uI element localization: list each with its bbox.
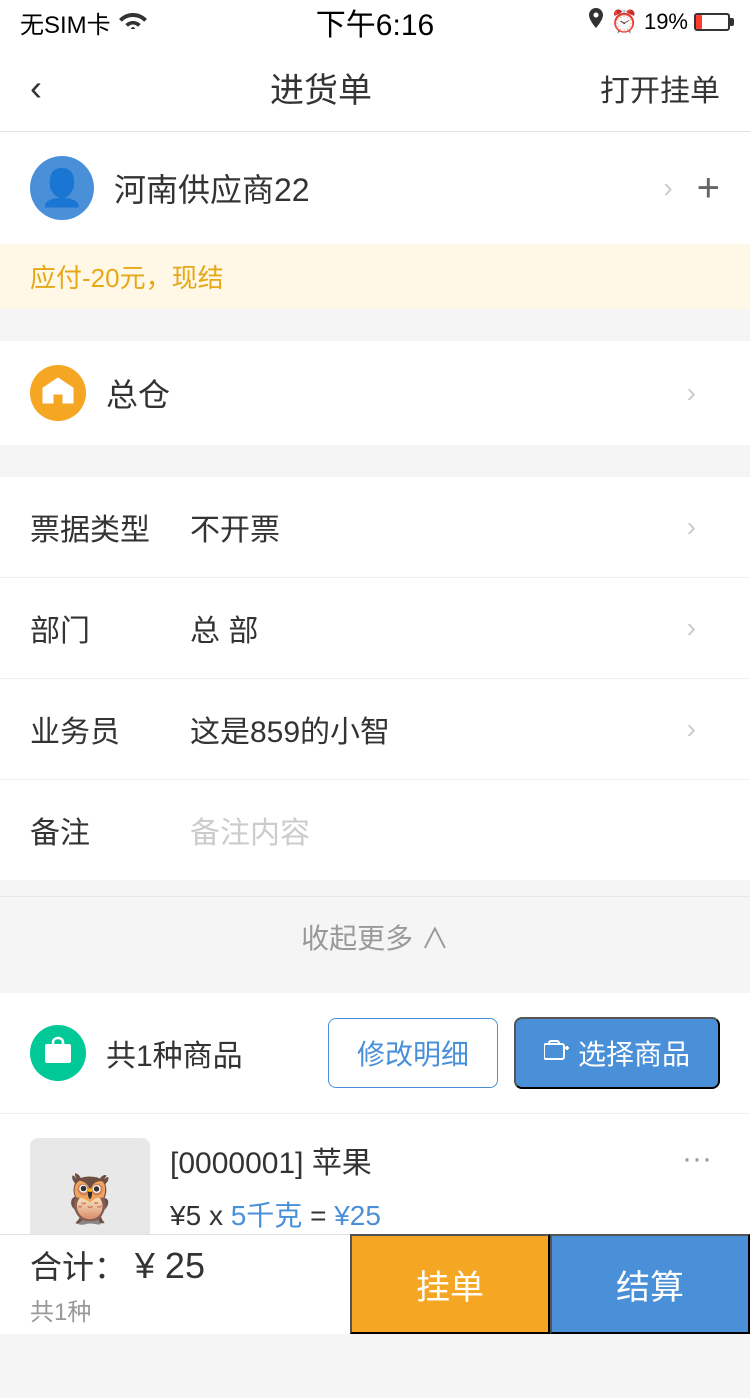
chevron-right-icon: › bbox=[663, 172, 672, 204]
chevron-right-icon-5: › bbox=[687, 713, 696, 745]
user-icon: 👤 bbox=[40, 167, 85, 209]
carrier-text: 无SIM卡 bbox=[20, 5, 111, 40]
status-bar-right: ⏰ 19% bbox=[587, 8, 730, 36]
product-price: ¥5 x 5千克 = ¥25 bbox=[170, 1194, 674, 1234]
supplier-section: 👤 河南供应商22 › + 应付-20元，现结 bbox=[0, 132, 750, 309]
department-row[interactable]: 部门 总 部 › bbox=[0, 578, 750, 679]
divider-3 bbox=[0, 977, 750, 993]
status-bar-left: 无SIM卡 bbox=[20, 5, 147, 40]
supplier-avatar: 👤 bbox=[30, 156, 94, 220]
product-title: 苹果 bbox=[312, 1147, 372, 1180]
collapse-toggle[interactable]: 收起更多 ∧ bbox=[0, 896, 750, 977]
product-quantity: 5千克 bbox=[231, 1200, 303, 1231]
cart-icon bbox=[544, 1037, 570, 1069]
select-product-label: 选择商品 bbox=[578, 1033, 690, 1073]
ticket-type-label: 票据类型 bbox=[30, 505, 190, 549]
bottom-total: 合计： ¥ 25 共1种 bbox=[0, 1234, 350, 1334]
chevron-right-icon-3: › bbox=[687, 511, 696, 543]
department-label: 部门 bbox=[30, 606, 190, 650]
total-sub: 共1种 bbox=[30, 1292, 320, 1327]
alarm-icon: ⏰ bbox=[611, 9, 638, 35]
open-hang-button[interactable]: 打开挂单 bbox=[600, 66, 720, 110]
salesperson-label: 业务员 bbox=[30, 707, 190, 751]
status-bar-time: 下午6:16 bbox=[316, 0, 434, 44]
status-bar: 无SIM卡 下午6:16 ⏰ 19% bbox=[0, 0, 750, 44]
total-main: 合计： ¥ 25 bbox=[30, 1242, 320, 1288]
battery-icon bbox=[694, 13, 730, 31]
warehouse-icon-wrap bbox=[30, 365, 86, 421]
chevron-right-icon-4: › bbox=[687, 612, 696, 644]
form-section: 票据类型 不开票 › 部门 总 部 › 业务员 这是859的小智 › 备注 备注… bbox=[0, 477, 750, 880]
bottom-bar: 合计： ¥ 25 共1种 挂单 结算 bbox=[0, 1234, 750, 1334]
product-count: 共1种商品 bbox=[106, 1031, 328, 1075]
remark-placeholder[interactable]: 备注内容 bbox=[190, 808, 720, 852]
location-icon bbox=[587, 8, 605, 36]
nav-bar: ‹ 进货单 打开挂单 bbox=[0, 44, 750, 132]
back-button[interactable]: ‹ bbox=[30, 67, 42, 109]
ticket-type-row[interactable]: 票据类型 不开票 › bbox=[0, 477, 750, 578]
battery-percent: 19% bbox=[644, 9, 688, 35]
product-equals: = bbox=[310, 1200, 334, 1231]
warehouse-icon bbox=[42, 376, 74, 411]
page-title: 进货单 bbox=[270, 63, 372, 112]
hang-button[interactable]: 挂单 bbox=[350, 1234, 550, 1334]
department-value: 总 部 bbox=[190, 606, 687, 650]
product-header-icon-wrap bbox=[30, 1025, 86, 1081]
supplier-name: 河南供应商22 bbox=[114, 165, 663, 211]
salesperson-row[interactable]: 业务员 这是859的小智 › bbox=[0, 679, 750, 780]
salesperson-value: 这是859的小智 bbox=[190, 707, 687, 751]
total-label: 合计： bbox=[30, 1249, 126, 1285]
chevron-right-icon-2: › bbox=[687, 377, 696, 409]
product-code: [0000001] bbox=[170, 1147, 303, 1180]
divider-1 bbox=[0, 325, 750, 341]
select-product-button[interactable]: 选择商品 bbox=[514, 1017, 720, 1089]
add-button[interactable]: + bbox=[697, 166, 720, 211]
supplier-row[interactable]: 👤 河南供应商22 › + bbox=[0, 132, 750, 244]
product-name: [0000001] 苹果 bbox=[170, 1138, 674, 1182]
divider-2 bbox=[0, 461, 750, 477]
total-amount: ¥ 25 bbox=[135, 1245, 205, 1286]
warehouse-row[interactable]: 总仓 › bbox=[0, 341, 750, 445]
remark-row[interactable]: 备注 备注内容 bbox=[0, 780, 750, 880]
product-total: ¥25 bbox=[334, 1200, 381, 1231]
supplier-sub-text: 应付-20元，现结 bbox=[0, 244, 750, 309]
shopping-bag-icon bbox=[43, 1036, 73, 1071]
product-more-button[interactable]: ··· bbox=[674, 1138, 720, 1180]
checkout-button[interactable]: 结算 bbox=[550, 1234, 750, 1334]
warehouse-name: 总仓 bbox=[106, 370, 687, 416]
product-info: [0000001] 苹果 ¥5 x 5千克 = ¥25 bbox=[170, 1138, 674, 1234]
owl-icon: 🦉 bbox=[60, 1170, 120, 1227]
remark-label: 备注 bbox=[30, 808, 190, 852]
ticket-type-value: 不开票 bbox=[190, 505, 687, 549]
modify-detail-button[interactable]: 修改明细 bbox=[328, 1018, 498, 1088]
wifi-icon bbox=[119, 8, 147, 36]
product-multiply: x bbox=[209, 1200, 231, 1231]
warehouse-section: 总仓 › bbox=[0, 341, 750, 445]
product-unit-price: ¥5 bbox=[170, 1200, 201, 1231]
product-header: 共1种商品 修改明细 选择商品 bbox=[0, 993, 750, 1114]
